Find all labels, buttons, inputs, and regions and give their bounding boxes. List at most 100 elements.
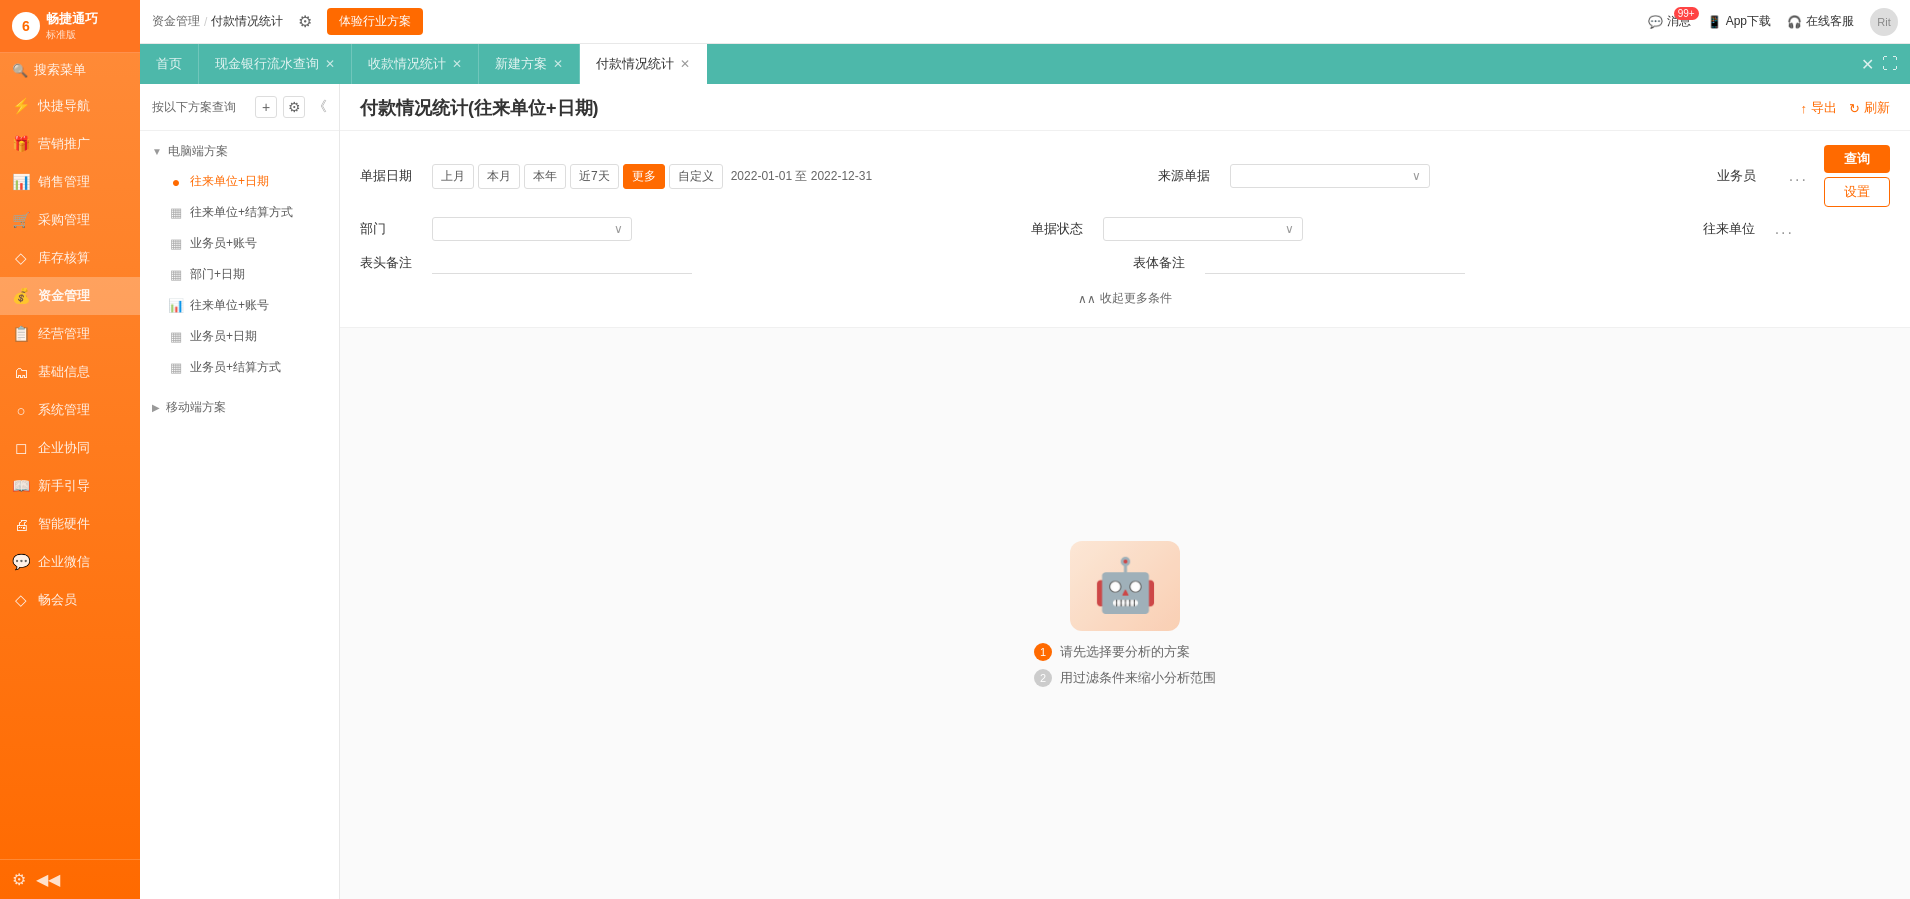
date-more-btn[interactable]: 更多 (623, 164, 665, 189)
sidebar-item-marketing[interactable]: 🎁 营销推广 (0, 125, 140, 163)
tab-payment[interactable]: 付款情况统计 ✕ (580, 44, 707, 84)
sidebar-item-label: 快捷导航 (38, 97, 90, 115)
tab-cashflow[interactable]: 现金银行流水查询 ✕ (199, 44, 352, 84)
sidebar-item-base[interactable]: 🗂 基础信息 (0, 353, 140, 391)
unit-picker-btn[interactable]: ... (1775, 220, 1794, 238)
scheme-item-dept-date[interactable]: ▦ 部门+日期 (140, 259, 339, 290)
export-btn[interactable]: ↑ 导出 (1801, 99, 1838, 117)
tab-new-scheme-close[interactable]: ✕ (553, 58, 563, 70)
topbar-service-label: 在线客服 (1806, 13, 1854, 30)
mobile-group-title[interactable]: ▶ 移动端方案 (140, 393, 339, 422)
sidebar-collapse-btn[interactable]: ◀◀ (36, 870, 60, 889)
refresh-btn[interactable]: ↻ 刷新 (1849, 99, 1890, 117)
tip-num-2: 2 (1034, 669, 1052, 687)
settings-display-btn[interactable]: 设置 (1824, 177, 1890, 207)
sidebar-item-label: 基础信息 (38, 363, 90, 381)
scheme-item-staff-date[interactable]: ▦ 业务员+日期 (140, 321, 339, 352)
dept-select[interactable]: ∨ (432, 217, 632, 241)
scheme-item-staff-settle[interactable]: ▦ 业务员+结算方式 (140, 352, 339, 383)
desktop-group-title[interactable]: ▼ 电脑端方案 (140, 137, 339, 166)
trial-btn[interactable]: 体验行业方案 (327, 8, 423, 35)
scheme-label: 业务员+账号 (190, 235, 257, 252)
user-name: Rit (1877, 16, 1890, 28)
filter-row-1: 单据日期 上月 本月 本年 近7天 更多 自定义 2022-01-01 至 20… (360, 145, 1890, 207)
scheme-icon: ▦ (168, 360, 184, 376)
header-note-input[interactable] (432, 251, 692, 274)
topbar-settings-icon[interactable]: ⚙ (291, 8, 319, 36)
user-avatar[interactable]: Rit (1870, 8, 1898, 36)
scheme-label: 往来单位+账号 (190, 297, 269, 314)
sidebar-item-wechat[interactable]: 💬 企业微信 (0, 543, 140, 581)
sidebar-item-label: 资金管理 (38, 287, 90, 305)
add-scheme-btn[interactable]: + (255, 96, 277, 118)
tab-new-scheme[interactable]: 新建方案 ✕ (479, 44, 580, 84)
sidebar-item-label: 经营管理 (38, 325, 90, 343)
voucher-status-select[interactable]: ∨ (1103, 217, 1303, 241)
left-panel: 按以下方案查询 + ⚙ 《 ▼ 电脑端方案 ● 往来单位+日期 ▦ 往 (140, 84, 340, 899)
unit-label: 往来单位 (1703, 220, 1759, 238)
topbar-msg[interactable]: 💬 消息 99+ (1648, 13, 1691, 30)
window-close-btn[interactable]: ✕ (1861, 55, 1874, 74)
mobile-group-label: 移动端方案 (166, 399, 226, 416)
voucher-status-label: 单据状态 (1031, 220, 1087, 238)
sidebar-item-vip[interactable]: ◇ 畅会员 (0, 581, 140, 619)
window-maximize-btn[interactable]: ⛶ (1882, 55, 1898, 73)
tab-payment-close[interactable]: ✕ (680, 58, 690, 70)
date-quick-btns: 上月 本月 本年 近7天 更多 自定义 2022-01-01 至 2022-12… (432, 164, 872, 189)
refresh-label: 刷新 (1864, 99, 1890, 117)
tab-receivable-label: 收款情况统计 (368, 55, 446, 73)
tab-receivable[interactable]: 收款情况统计 ✕ (352, 44, 479, 84)
source-dropdown-arrow: ∨ (1412, 169, 1421, 183)
query-btn[interactable]: 查询 (1824, 145, 1890, 173)
date-7days-btn[interactable]: 近7天 (570, 164, 619, 189)
sidebar-item-sales[interactable]: 📊 销售管理 (0, 163, 140, 201)
tab-cashflow-close[interactable]: ✕ (325, 58, 335, 70)
source-select[interactable]: ∨ (1230, 164, 1430, 188)
body-note-input[interactable] (1205, 251, 1465, 274)
scheme-item-unit-settle[interactable]: ▦ 往来单位+结算方式 (140, 197, 339, 228)
sidebar-item-enterprise[interactable]: ◻ 企业协同 (0, 429, 140, 467)
empty-tip-1-label: 请先选择要分析的方案 (1060, 643, 1190, 661)
sidebar-item-label: 企业微信 (38, 553, 90, 571)
scheme-label: 业务员+日期 (190, 328, 257, 345)
scheme-item-unit-date[interactable]: ● 往来单位+日期 (140, 166, 339, 197)
date-last-month-btn[interactable]: 上月 (432, 164, 474, 189)
scheme-item-unit-account[interactable]: 📊 往来单位+账号 (140, 290, 339, 321)
topbar-service[interactable]: 🎧 在线客服 (1787, 13, 1854, 30)
empty-tip-2-label: 用过滤条件来缩小分析范围 (1060, 669, 1216, 687)
main-area: 资金管理 / 付款情况统计 ⚙ 体验行业方案 💬 消息 99+ 📱 App下载 … (140, 0, 1910, 899)
date-this-month-btn[interactable]: 本月 (478, 164, 520, 189)
empty-tip-1: 1 请先选择要分析的方案 (1034, 643, 1216, 661)
source-label: 来源单据 (1158, 167, 1214, 185)
date-custom-btn[interactable]: 自定义 (669, 164, 723, 189)
sidebar-item-quick-nav[interactable]: ⚡ 快捷导航 (0, 87, 140, 125)
desktop-group-label: 电脑端方案 (168, 143, 228, 160)
export-label: 导出 (1811, 99, 1837, 117)
sidebar-item-business[interactable]: 📋 经营管理 (0, 315, 140, 353)
sidebar-item-purchase[interactable]: 🛒 采购管理 (0, 201, 140, 239)
tab-home-label: 首页 (156, 55, 182, 73)
scheme-item-staff-account[interactable]: ▦ 业务员+账号 (140, 228, 339, 259)
mobile-scheme-group: ▶ 移动端方案 (140, 393, 339, 422)
scheme-settings-btn[interactable]: ⚙ (283, 96, 305, 118)
sidebar-item-guide[interactable]: 📖 新手引导 (0, 467, 140, 505)
sidebar-item-inventory[interactable]: ◇ 库存核算 (0, 239, 140, 277)
scheme-label: 往来单位+结算方式 (190, 204, 293, 221)
sidebar-item-hardware[interactable]: 🖨 智能硬件 (0, 505, 140, 543)
group-arrow-icon: ▶ (152, 402, 160, 413)
sidebar-item-finance[interactable]: 💰 资金管理 (0, 277, 140, 315)
tab-receivable-close[interactable]: ✕ (452, 58, 462, 70)
tab-home[interactable]: 首页 (140, 44, 199, 84)
staff-picker-btn[interactable]: ... (1789, 167, 1808, 185)
sidebar-settings-btn[interactable]: ⚙ (12, 870, 26, 889)
sidebar-item-system[interactable]: ○ 系统管理 (0, 391, 140, 429)
topbar-app-download[interactable]: 📱 App下载 (1707, 13, 1771, 30)
scheme-label: 业务员+结算方式 (190, 359, 281, 376)
sidebar-search[interactable]: 🔍 搜索菜单 (0, 53, 140, 87)
business-icon: 📋 (12, 325, 30, 343)
status-dropdown-arrow: ∨ (1285, 222, 1294, 236)
panel-collapse-btn[interactable]: 《 (313, 98, 327, 116)
date-this-year-btn[interactable]: 本年 (524, 164, 566, 189)
sidebar-footer: ⚙ ◀◀ (0, 859, 140, 899)
collapse-more-btn[interactable]: ∧∧ 收起更多条件 (360, 284, 1890, 313)
